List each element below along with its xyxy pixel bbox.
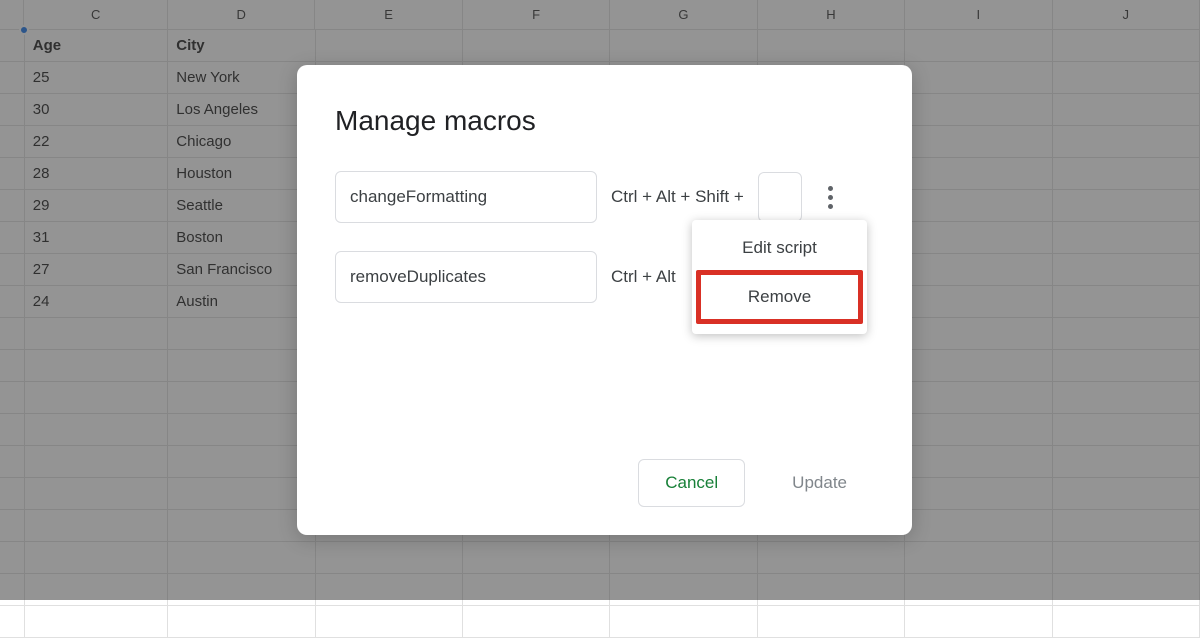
macro-name-input[interactable] — [335, 171, 597, 223]
kebab-dot-icon — [828, 195, 833, 200]
cell[interactable] — [25, 606, 169, 638]
shortcut-label: Ctrl + Alt — [611, 267, 676, 287]
remove-menu-item[interactable]: Remove — [701, 275, 858, 319]
cell[interactable] — [610, 606, 757, 638]
table-row — [0, 606, 1200, 638]
shortcut-label: Ctrl + Alt + Shift + — [611, 187, 744, 207]
shortcut-key-input[interactable] — [758, 172, 802, 222]
highlight-annotation: Remove — [696, 270, 863, 324]
macro-row: Ctrl + Alt + Shift + — [335, 171, 874, 223]
manage-macros-dialog: Manage macros Ctrl + Alt + Shift + Ctrl … — [297, 65, 912, 535]
cell[interactable] — [758, 606, 905, 638]
macro-options-dropdown: Edit script Remove — [692, 220, 867, 334]
cell[interactable] — [1053, 606, 1200, 638]
dialog-title: Manage macros — [335, 105, 874, 137]
update-button[interactable]: Update — [765, 459, 874, 507]
kebab-dot-icon — [828, 186, 833, 191]
edit-script-menu-item[interactable]: Edit script — [692, 226, 867, 270]
macro-name-input[interactable] — [335, 251, 597, 303]
cancel-button[interactable]: Cancel — [638, 459, 745, 507]
cell[interactable] — [905, 606, 1052, 638]
cell[interactable] — [463, 606, 610, 638]
more-options-button[interactable] — [816, 177, 846, 217]
dialog-footer: Cancel Update — [638, 459, 874, 507]
cell[interactable] — [168, 606, 315, 638]
cell[interactable] — [316, 606, 463, 638]
kebab-dot-icon — [828, 204, 833, 209]
